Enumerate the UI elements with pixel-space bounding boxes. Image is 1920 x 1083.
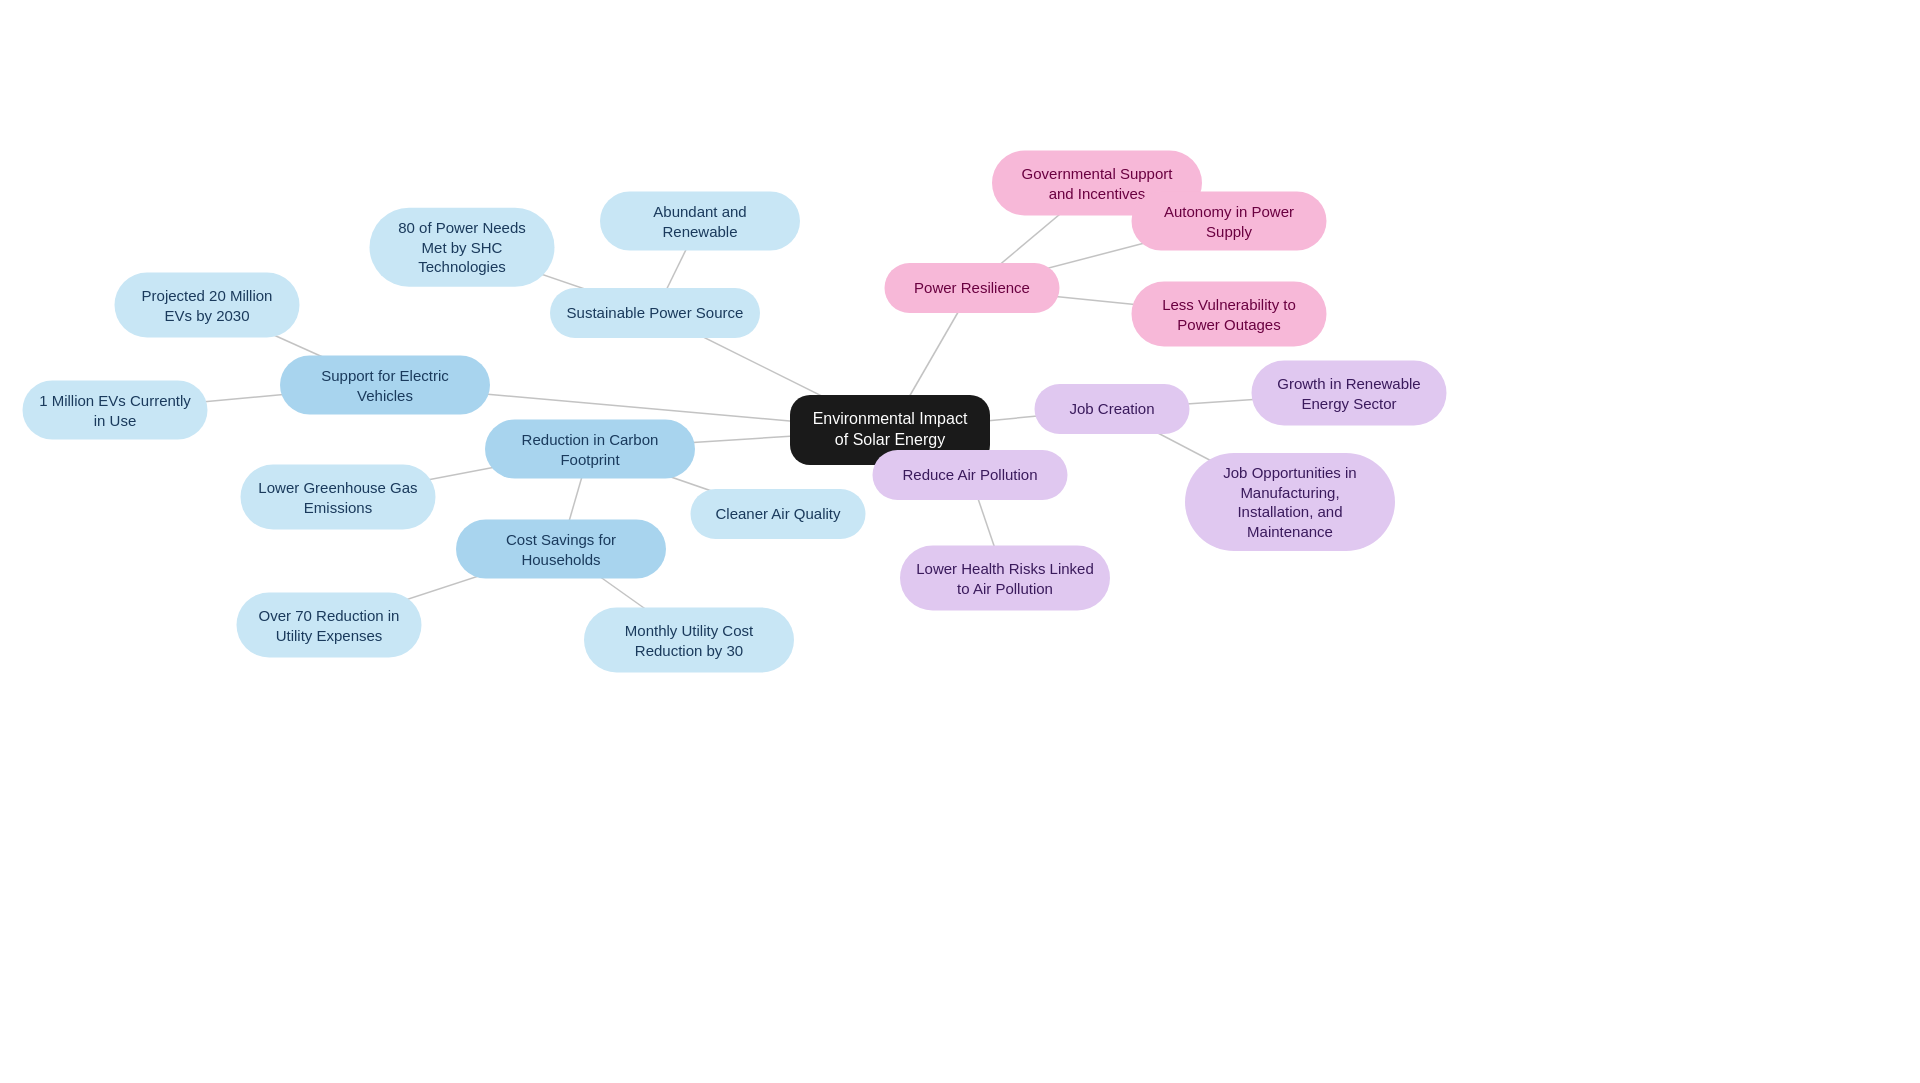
node-carbon: Reduction in Carbon Footprint <box>485 420 695 479</box>
node-job_creation: Job Creation <box>1035 384 1190 434</box>
node-monthly30: Monthly Utility Cost Reduction by 30 <box>584 608 794 673</box>
node-cleanair: Cleaner Air Quality <box>691 489 866 539</box>
node-growth_re: Growth in Renewable Energy Sector <box>1252 361 1447 426</box>
node-ev_support: Support for Electric Vehicles <box>280 356 490 415</box>
connection-lines <box>0 0 1920 1083</box>
node-costsavings: Cost Savings for Households <box>456 520 666 579</box>
node-80power: 80 of Power Needs Met by SHC Technologie… <box>370 208 555 287</box>
node-lower_health: Lower Health Risks Linked to Air Polluti… <box>900 546 1110 611</box>
node-job_opp: Job Opportunities in Manufacturing, Inst… <box>1185 453 1395 551</box>
node-sustainable: Sustainable Power Source <box>550 288 760 338</box>
node-autonomy: Autonomy in Power Supply <box>1132 192 1327 251</box>
node-1mev: 1 Million EVs Currently in Use <box>23 381 208 440</box>
node-greenhouse: Lower Greenhouse Gas Emissions <box>241 465 436 530</box>
node-abundant: Abundant and Renewable <box>600 192 800 251</box>
node-power_res: Power Resilience <box>885 263 1060 313</box>
node-20mev: Projected 20 Million EVs by 2030 <box>115 273 300 338</box>
node-reduce_air: Reduce Air Pollution <box>873 450 1068 500</box>
node-70reduction: Over 70 Reduction in Utility Expenses <box>237 593 422 658</box>
node-less_vuln: Less Vulnerability to Power Outages <box>1132 282 1327 347</box>
